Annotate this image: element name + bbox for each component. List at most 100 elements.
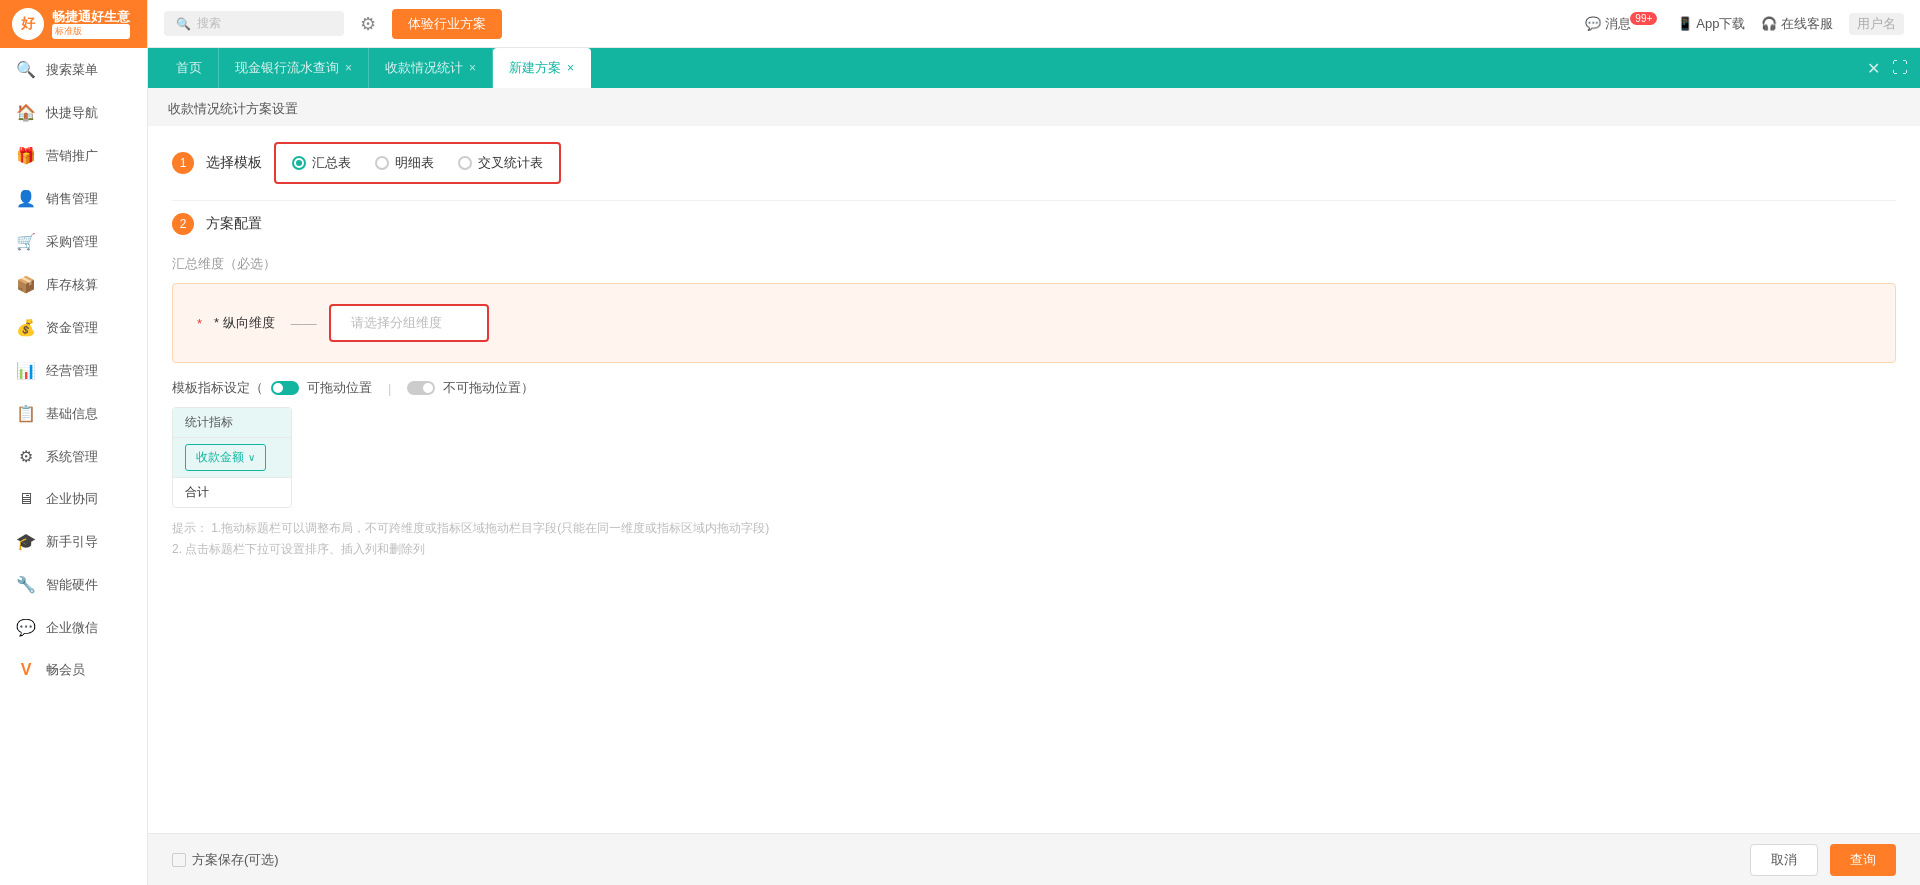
metrics-table-header: 统计指标 (173, 408, 291, 438)
metrics-table-total-row: 合计 (173, 478, 291, 507)
tab-collection-stats-label: 收款情况统计 (385, 59, 463, 77)
dimension-arrow: —— (291, 316, 317, 331)
tip-line1: 提示： 1.拖动标题栏可以调整布局，不可跨维度或指标区域拖动栏目字段(只能在同一… (172, 520, 1896, 537)
bottom-bar: 方案保存(可选) 取消 查询 (148, 833, 1920, 885)
close-window-icon[interactable]: ✕ (1867, 59, 1880, 78)
sidebar-item-basic-info[interactable]: 📋 基础信息 (0, 392, 147, 435)
amount-tag[interactable]: 收款金额 ∨ (185, 444, 266, 471)
sidebar-item-hardware[interactable]: 🔧 智能硬件 (0, 563, 147, 606)
tab-new-plan[interactable]: 新建方案 × (493, 48, 591, 88)
non-draggable-toggle[interactable] (407, 381, 435, 395)
metrics-tag-row: 收款金额 ∨ (173, 438, 291, 478)
metrics-table: 统计指标 收款金额 ∨ 合计 (172, 407, 292, 508)
app-icon: 📱 (1677, 16, 1693, 31)
service-icon: 🎧 (1761, 16, 1777, 31)
save-checkbox[interactable] (172, 853, 186, 867)
cancel-button[interactable]: 取消 (1750, 844, 1818, 876)
dimension-select[interactable]: 请选择分组维度 (329, 304, 489, 342)
radio-summary[interactable] (292, 156, 306, 170)
sidebar-item-search-menu[interactable]: 🔍 搜索菜单 (0, 48, 147, 91)
save-label: 方案保存(可选) (192, 851, 279, 869)
template-options: 汇总表 明细表 交叉统计表 (274, 142, 561, 184)
sidebar-item-label: 采购管理 (46, 233, 98, 251)
radio-detail[interactable] (375, 156, 389, 170)
tab-home[interactable]: 首页 (160, 48, 219, 88)
enterprise-icon: 🖥 (16, 490, 36, 508)
tip-section: 提示： 1.拖动标题栏可以调整布局，不可跨维度或指标区域拖动栏目字段(只能在同一… (172, 508, 1896, 558)
section-card: 1 选择模板 汇总表 明细表 交 (148, 126, 1920, 578)
maximize-icon[interactable]: ⛶ (1892, 59, 1908, 78)
template-option-cross[interactable]: 交叉统计表 (458, 154, 543, 172)
content-area: 收款情况统计方案设置 1 选择模板 汇总表 明细表 (148, 88, 1920, 885)
sidebar-item-purchase[interactable]: 🛒 采购管理 (0, 220, 147, 263)
sidebar-item-operations[interactable]: 📊 经营管理 (0, 349, 147, 392)
main-area: 🔍 搜索 ⚙ 体验行业方案 💬 消息 99+ 📱 App下载 🎧 在线客服 用户… (148, 0, 1920, 885)
tab-cash-flow-close[interactable]: × (345, 61, 352, 75)
template-summary-label: 汇总表 (312, 154, 351, 172)
tab-cash-flow[interactable]: 现金银行流水查询 × (219, 48, 369, 88)
sidebar-item-enterprise[interactable]: 🖥 企业协同 (0, 478, 147, 520)
save-option[interactable]: 方案保存(可选) (172, 851, 279, 869)
sidebar-item-label: 库存核算 (46, 276, 98, 294)
sidebar: 好 畅捷通好生意 标准版 🔍 搜索菜单 🏠 快捷导航 🎁 营销推广 👤 销售管理… (0, 0, 148, 885)
sidebar-item-wechat[interactable]: 💬 企业微信 (0, 606, 147, 649)
notification-badge: 99+ (1630, 12, 1657, 25)
system-icon: ⚙ (16, 447, 36, 466)
settings-icon[interactable]: ⚙ (360, 13, 376, 35)
sidebar-item-beginner[interactable]: 🎓 新手引导 (0, 520, 147, 563)
required-mark: * (197, 316, 202, 331)
sidebar-item-label: 快捷导航 (46, 104, 98, 122)
divider1 (172, 200, 1896, 201)
user-name[interactable]: 用户名 (1849, 13, 1904, 35)
home-icon: 🏠 (16, 103, 36, 122)
tab-collection-stats[interactable]: 收款情况统计 × (369, 48, 493, 88)
draggable-toggle[interactable] (271, 381, 299, 395)
trial-button[interactable]: 体验行业方案 (392, 9, 502, 39)
dimension-row: * * 纵向维度 —— 请选择分组维度 (197, 304, 1871, 342)
sidebar-item-inventory[interactable]: 📦 库存核算 (0, 263, 147, 306)
page-header: 收款情况统计方案设置 (148, 88, 1920, 126)
tab-collection-stats-close[interactable]: × (469, 61, 476, 75)
sidebar-item-sales[interactable]: 👤 销售管理 (0, 177, 147, 220)
wechat-icon: 💬 (16, 618, 36, 637)
column-header-label: 统计指标 (185, 414, 233, 431)
radio-cross[interactable] (458, 156, 472, 170)
dimension-area: * * 纵向维度 —— 请选择分组维度 (172, 283, 1896, 363)
sidebar-item-member[interactable]: V 畅会员 (0, 649, 147, 691)
tab-new-plan-close[interactable]: × (567, 61, 574, 75)
notification-icon: 💬 (1585, 16, 1601, 31)
template-option-detail[interactable]: 明细表 (375, 154, 434, 172)
finance-icon: 💰 (16, 318, 36, 337)
sidebar-item-marketing[interactable]: 🎁 营销推广 (0, 134, 147, 177)
sales-icon: 👤 (16, 189, 36, 208)
sidebar-item-label: 销售管理 (46, 190, 98, 208)
search-placeholder: 搜索 (197, 15, 221, 32)
search-bar[interactable]: 🔍 搜索 (164, 11, 344, 36)
search-menu-icon: 🔍 (16, 60, 36, 79)
basic-info-icon: 📋 (16, 404, 36, 423)
tab-home-label: 首页 (176, 59, 202, 77)
sidebar-item-label: 营销推广 (46, 147, 98, 165)
bottom-actions: 取消 查询 (1750, 844, 1896, 876)
sidebar-item-system[interactable]: ⚙ 系统管理 (0, 435, 147, 478)
total-label: 合计 (185, 485, 209, 499)
breadcrumb: 收款情况统计方案设置 (168, 101, 298, 116)
query-button[interactable]: 查询 (1830, 844, 1896, 876)
sidebar-item-label: 基础信息 (46, 405, 98, 423)
sidebar-item-label: 企业微信 (46, 619, 98, 637)
template-option-summary[interactable]: 汇总表 (292, 154, 351, 172)
content-inner: 收款情况统计方案设置 1 选择模板 汇总表 明细表 (148, 88, 1920, 833)
sidebar-item-label: 智能硬件 (46, 576, 98, 594)
logo-icon: 好 (12, 8, 44, 40)
notification-area[interactable]: 💬 消息 99+ (1585, 15, 1661, 33)
online-service-link[interactable]: 🎧 在线客服 (1761, 15, 1833, 33)
beginner-icon: 🎓 (16, 532, 36, 551)
step1-row: 1 选择模板 汇总表 明细表 交 (172, 142, 1896, 184)
metrics-section: 模板指标设定（ 可拖动位置 | 不可拖动位置） 统计指标 (172, 379, 1896, 508)
sidebar-item-quick-nav[interactable]: 🏠 快捷导航 (0, 91, 147, 134)
tab-new-plan-label: 新建方案 (509, 59, 561, 77)
template-cross-label: 交叉统计表 (478, 154, 543, 172)
logo-text: 畅捷通好生意 (52, 9, 130, 25)
app-download-link[interactable]: 📱 App下载 (1677, 15, 1745, 33)
sidebar-item-finance[interactable]: 💰 资金管理 (0, 306, 147, 349)
